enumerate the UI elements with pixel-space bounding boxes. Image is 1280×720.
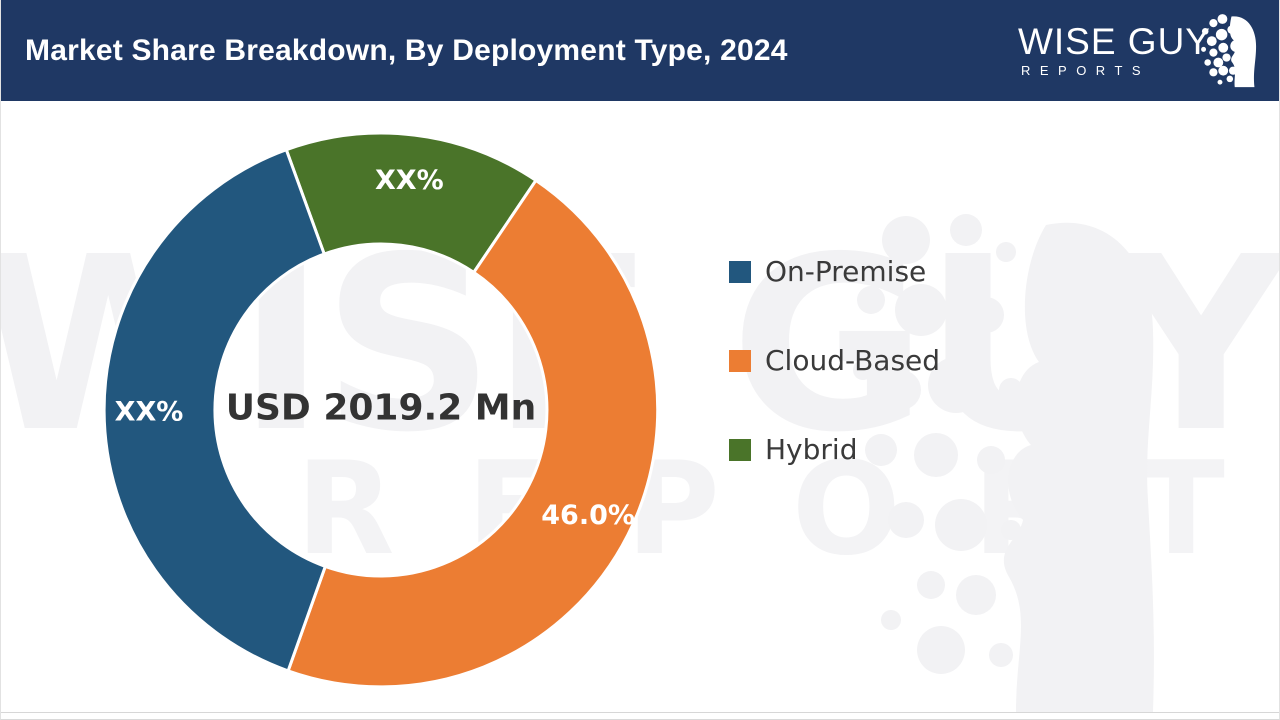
donut-chart: XX% 46.0% XX% [102, 131, 660, 689]
logo-text: WISE GUY REPORTS [1018, 23, 1211, 78]
legend-swatch-cloud-based [729, 350, 751, 372]
legend-item-on-premise: On-Premise [729, 257, 940, 287]
legend-swatch-on-premise [729, 261, 751, 283]
logo-wordmark: WISE GUY [1017, 21, 1211, 62]
dotted-head-profile-icon [1201, 13, 1257, 87]
legend-label-hybrid: Hybrid [765, 433, 858, 466]
figure-root: Market Share Breakdown, By Deployment Ty… [0, 0, 1280, 720]
legend-item-cloud-based: Cloud-Based [729, 346, 940, 376]
donut-center-value: USD 2019.2 Mn [225, 387, 537, 429]
slice-label-hybrid: XX% [375, 165, 444, 196]
slice-label-cloud-based: 46.0% [541, 500, 635, 531]
header-bar: Market Share Breakdown, By Deployment Ty… [1, 0, 1279, 101]
legend: On-Premise Cloud-Based Hybrid [729, 257, 940, 524]
figure-title: Market Share Breakdown, By Deployment Ty… [25, 33, 788, 67]
legend-item-hybrid: Hybrid [729, 435, 940, 465]
slice-label-on-premise: XX% [115, 396, 184, 427]
legend-label-cloud-based: Cloud-Based [765, 344, 941, 377]
wiseguy-logo: WISE GUY REPORTS [1018, 8, 1261, 94]
legend-swatch-hybrid [729, 439, 751, 461]
logo-subtext: REPORTS [1020, 63, 1151, 78]
legend-label-on-premise: On-Premise [765, 255, 927, 288]
